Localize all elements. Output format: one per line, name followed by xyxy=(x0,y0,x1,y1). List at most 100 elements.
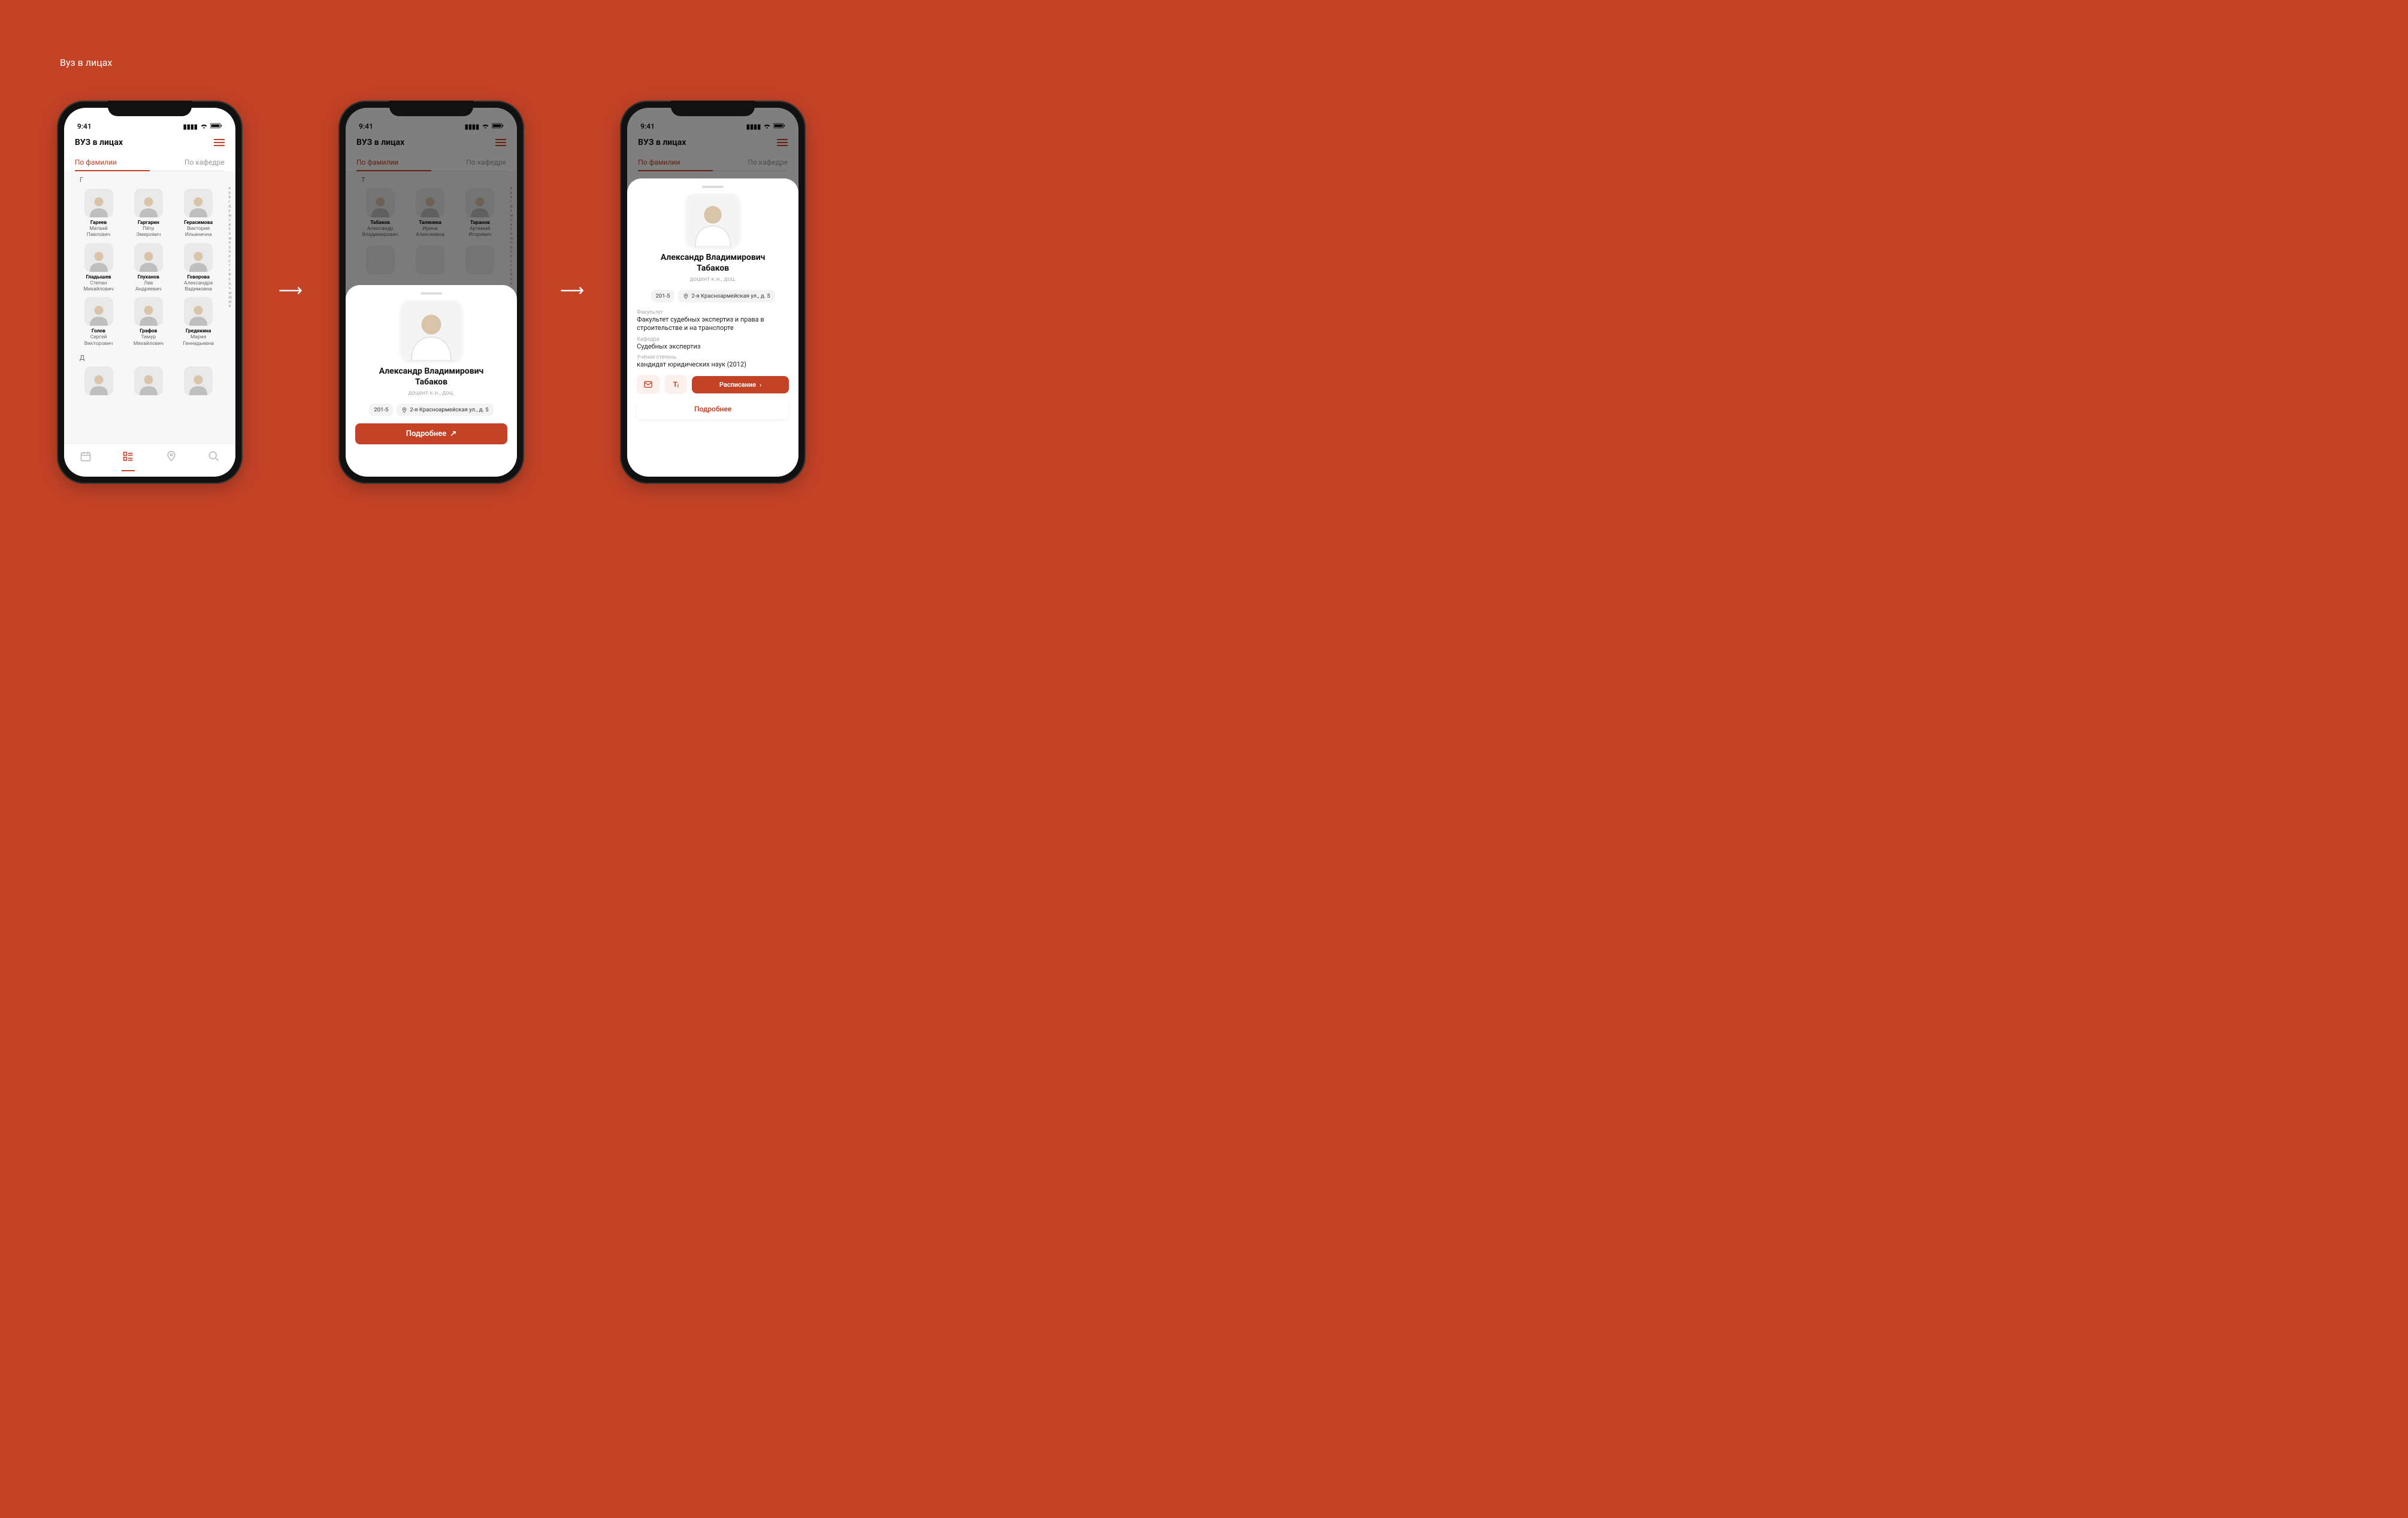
alpha-letter[interactable]: Ю xyxy=(229,301,232,305)
mail-icon xyxy=(643,380,653,389)
alpha-letter[interactable]: Н xyxy=(229,241,232,246)
last-name: Герасимова xyxy=(175,220,222,226)
faculty-label: Факультет xyxy=(637,310,789,316)
department-label: Кафедра xyxy=(637,337,789,343)
avatar xyxy=(686,194,739,247)
wifi-icon xyxy=(200,123,208,131)
alpha-letter[interactable]: О xyxy=(229,246,232,250)
email-button[interactable] xyxy=(637,375,660,394)
avatar xyxy=(184,243,213,272)
alpha-letter[interactable]: Ф xyxy=(229,273,232,277)
degree-value: кандидат юридических наук (2012) xyxy=(637,360,789,369)
last-name: Гаргарин xyxy=(125,220,172,226)
nav-directory[interactable] xyxy=(122,450,134,465)
room-pill[interactable]: 201-5 xyxy=(651,290,675,302)
alpha-letter[interactable]: Ц xyxy=(229,282,232,286)
person-card[interactable]: ГладышевСтепанМихайлович xyxy=(75,243,122,293)
last-name: Глуханов xyxy=(125,274,172,280)
first-name: Сергей xyxy=(75,334,122,340)
alpha-letter[interactable]: Е xyxy=(229,210,232,214)
alpha-letter[interactable]: И xyxy=(229,223,232,228)
menu-icon[interactable] xyxy=(214,139,225,146)
nav-search[interactable] xyxy=(208,450,220,465)
avatar xyxy=(134,366,163,395)
person-full-sheet: Александр ВладимировичТабаков доцент к.н… xyxy=(627,178,798,477)
pin-icon xyxy=(401,407,407,413)
schedule-button[interactable]: Расписание › xyxy=(692,376,789,393)
people-grid xyxy=(64,364,235,400)
tab-by-department[interactable]: По кафедре xyxy=(150,154,225,171)
person-card-sheet: Александр ВладимировичТабаков доцент к.н… xyxy=(346,285,517,477)
arrow-icon: ⟶ xyxy=(560,280,584,300)
person-card[interactable] xyxy=(75,366,122,398)
alpha-letter[interactable]: Б xyxy=(229,192,232,196)
pill-row: 201-5 2-я Красноармейская ул., д. 5 xyxy=(637,290,789,302)
avatar xyxy=(84,189,113,217)
first-name: Пётр xyxy=(125,226,172,232)
alpha-index[interactable]: АБВГДЕЖЗИКЛМНОПРСТУФХЦЧШЩЮЯ xyxy=(229,187,232,309)
more-button[interactable]: Подробнее xyxy=(637,399,789,419)
phone-1: 9:41 ▮▮▮▮ ВУЗ в лицах По фамилии По каф xyxy=(57,101,243,484)
person-card[interactable]: ГовороваАлександраВадимовна xyxy=(175,243,222,293)
alpha-letter[interactable]: З xyxy=(229,219,232,223)
alpha-letter[interactable]: Ж xyxy=(229,214,232,219)
nav-calendar[interactable] xyxy=(80,450,92,465)
person-card[interactable]: ГаргаринПётрЭмирович xyxy=(125,189,172,238)
first-name: Степан xyxy=(75,280,122,286)
alpha-letter[interactable]: В xyxy=(229,196,232,200)
chevron-right-icon: › xyxy=(760,381,761,389)
alpha-letter[interactable]: А xyxy=(229,187,232,191)
alpha-letter[interactable]: Т xyxy=(229,264,232,268)
screen: 9:41 ▮▮▮▮ ВУЗ в лицах По фамилии По кафе… xyxy=(346,108,517,477)
more-button[interactable]: Подробнее ↗ xyxy=(355,423,507,444)
alpha-letter[interactable]: Р xyxy=(229,255,232,259)
notch xyxy=(389,101,473,116)
alpha-letter[interactable]: Г xyxy=(229,201,232,205)
alpha-letter[interactable]: Ч xyxy=(229,287,232,291)
alpha-letter[interactable]: М xyxy=(229,237,232,241)
person-name: Александр ВладимировичТабаков xyxy=(637,253,789,274)
alpha-letter[interactable]: К xyxy=(229,228,232,232)
avatar xyxy=(184,189,213,217)
last-name: Говорова xyxy=(175,274,222,280)
notch xyxy=(108,101,192,116)
address-pill[interactable]: 2-я Красноармейская ул., д. 5 xyxy=(397,404,493,416)
status-time: 9:41 xyxy=(77,122,92,131)
phones-row: 9:41 ▮▮▮▮ ВУЗ в лицах По фамилии По каф xyxy=(0,101,863,484)
tab-by-lastname[interactable]: По фамилии xyxy=(75,154,150,171)
app-header: ВУЗ в лицах xyxy=(64,132,235,151)
person-card[interactable]: ГоловСергейВикторович xyxy=(75,297,122,347)
room-pill[interactable]: 201-5 xyxy=(369,404,393,416)
alpha-letter[interactable]: Д xyxy=(229,205,232,209)
person-card[interactable]: ГареевМатвейПавлович xyxy=(75,189,122,238)
sheet-drag-handle[interactable] xyxy=(421,292,442,295)
address-pill[interactable]: 2-я Красноармейская ул., д. 5 xyxy=(678,290,775,302)
patronymic: Андреевич xyxy=(125,286,172,292)
sheet-drag-handle[interactable] xyxy=(702,186,724,188)
nav-location[interactable] xyxy=(165,450,177,465)
directory-content[interactable]: АБВГДЕЖЗИКЛМНОПРСТУФХЦЧШЩЮЯ Г ГареевМатв… xyxy=(64,171,235,452)
bottom-nav xyxy=(64,443,235,477)
person-card[interactable]: ГерасимоваВикторияИльинична xyxy=(175,189,222,238)
alpha-letter[interactable]: П xyxy=(229,250,232,254)
signal-icon: ▮▮▮▮ xyxy=(183,123,198,131)
patronymic: Вадимовна xyxy=(175,286,222,292)
person-name: Александр ВладимировичТабаков xyxy=(355,366,507,387)
teams-button[interactable]: Tᵢ xyxy=(664,375,687,394)
person-card[interactable]: ГлухановЛевАндреевич xyxy=(125,243,172,293)
person-card[interactable]: ГредякинаМарияГеннадьевна xyxy=(175,297,222,347)
patronymic: Геннадьевна xyxy=(175,341,222,347)
alpha-letter[interactable]: Я xyxy=(229,305,232,309)
alpha-letter[interactable]: У xyxy=(229,269,232,273)
person-card[interactable] xyxy=(175,366,222,398)
first-name: Тимур xyxy=(125,334,172,340)
first-name: Виктория xyxy=(175,226,222,232)
alpha-letter[interactable]: Щ xyxy=(229,296,232,300)
first-name: Лев xyxy=(125,280,172,286)
alpha-letter[interactable]: С xyxy=(229,260,232,264)
person-card[interactable]: ГрафовТимурМихайлович xyxy=(125,297,172,347)
alpha-letter[interactable]: Л xyxy=(229,232,232,237)
person-card[interactable] xyxy=(125,366,172,398)
alpha-letter[interactable]: Ш xyxy=(229,292,232,296)
alpha-letter[interactable]: Х xyxy=(229,278,232,282)
